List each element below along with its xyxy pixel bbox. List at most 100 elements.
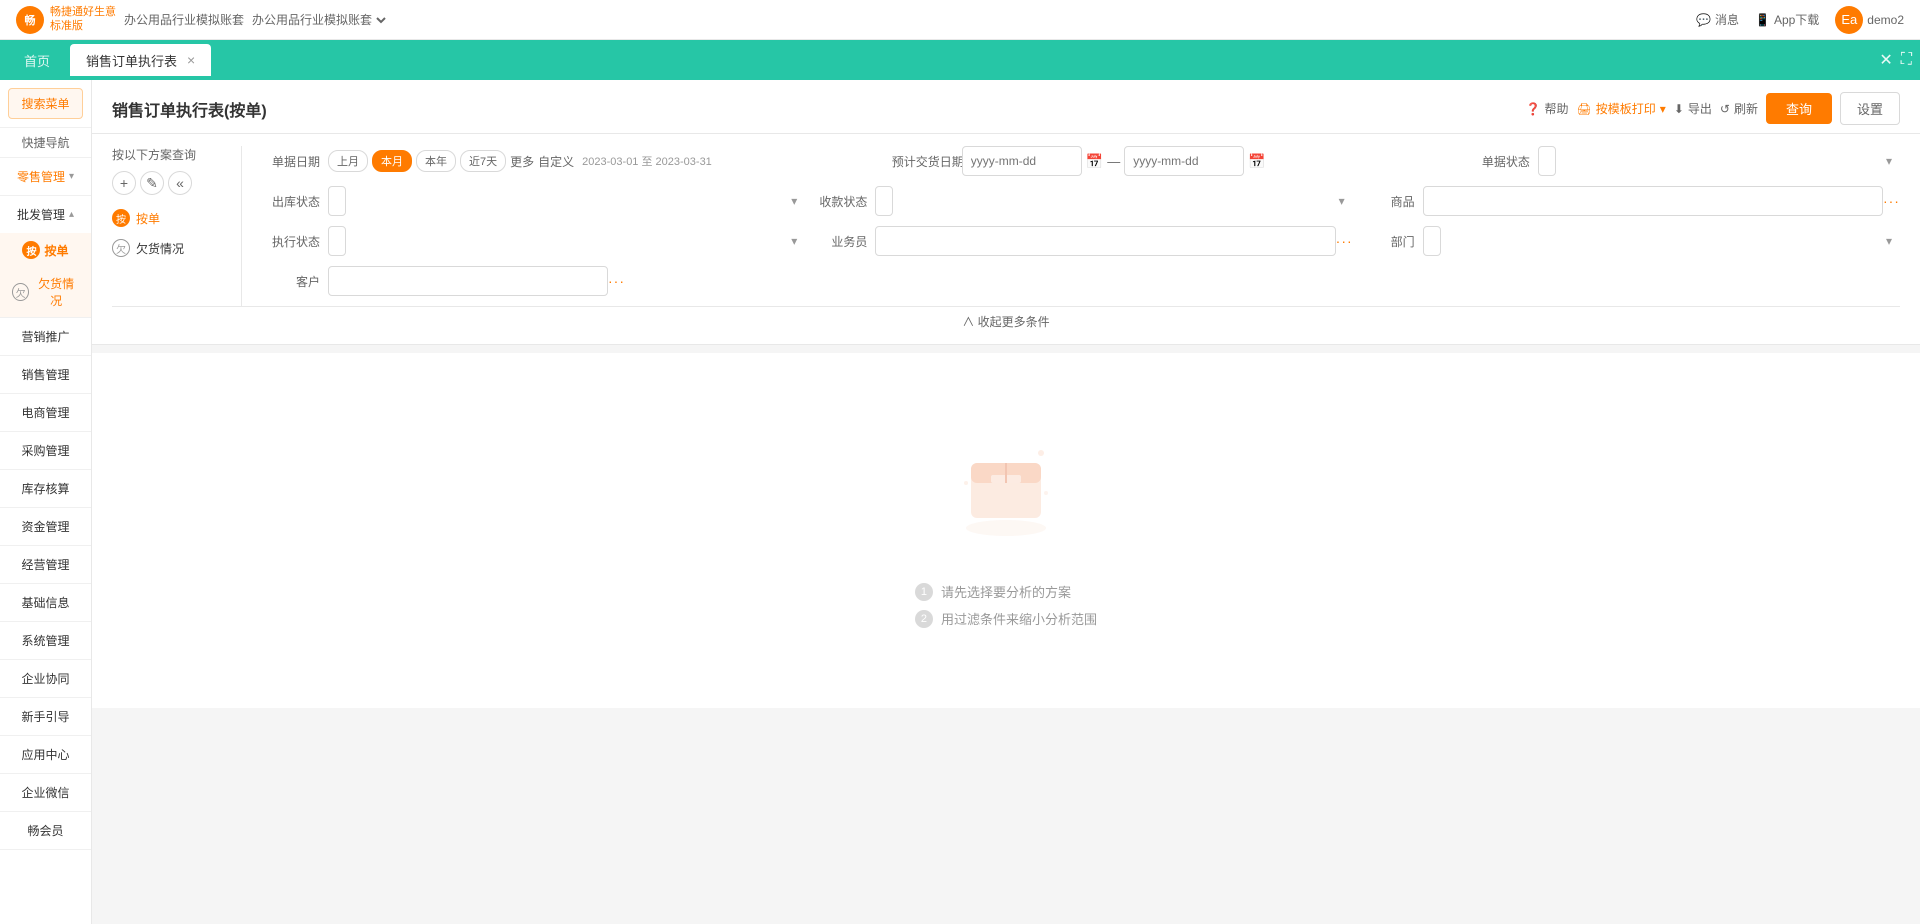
empty-tip-2: 2 用过滤条件来缩小分析范围 (915, 609, 1097, 628)
last7days-btn[interactable]: 近7天 (460, 150, 506, 172)
sidebar-sub-item-shortage[interactable]: 欠 欠货情况 (0, 267, 91, 317)
empty-state: 1 请先选择要分析的方案 2 用过滤条件来缩小分析范围 (92, 353, 1920, 708)
window-close-btn[interactable]: ✕ (1879, 50, 1892, 70)
calendar-end-icon[interactable]: 📅 (1248, 153, 1265, 170)
print-icon: 🖨 (1577, 102, 1592, 116)
add-scheme-btn[interactable]: + (112, 171, 136, 195)
salesman-more-btn[interactable]: ··· (1336, 233, 1353, 249)
sidebar-group-marketing: 营销推广 (0, 318, 91, 356)
salesman-label: 业务员 (805, 233, 875, 250)
exec-status-label: 执行状态 (258, 233, 328, 250)
sidebar-item-marketing[interactable]: 营销推广 (0, 318, 91, 355)
tip-num-2: 2 (915, 610, 933, 628)
app-download-btn[interactable]: 📱 App下载 (1755, 11, 1819, 28)
custom-date-btn[interactable]: 自定义 (538, 153, 574, 170)
sidebar-item-retail[interactable]: 零售管理 ▾ (0, 158, 91, 195)
export-btn[interactable]: ⬇ 导出 (1674, 100, 1712, 117)
logo: 畅 畅捷通好生意 标准版 (16, 6, 116, 34)
filter-field-salesman: 业务员 ··· (805, 226, 1352, 256)
sidebar-sub-item-by-order[interactable]: 按 按单 (0, 233, 91, 267)
sidebar-search-area: 搜索菜单 (0, 80, 91, 128)
refresh-btn[interactable]: ↺ 刷新 (1720, 100, 1758, 117)
calendar-start-icon[interactable]: 📅 (1086, 153, 1103, 170)
dept-select[interactable] (1423, 226, 1441, 256)
goods-input[interactable] (1423, 186, 1883, 216)
sidebar-group-wholesale: 批发管理 ▴ 按 按单 欠 欠货情况 (0, 196, 91, 318)
sidebar-item-member[interactable]: 畅会员 (0, 812, 91, 849)
sidebar-group-operation: 经营管理 (0, 546, 91, 584)
payment-status-select[interactable] (875, 186, 893, 216)
collapse-bar[interactable]: ∧ 收起更多条件 (112, 306, 1900, 336)
shipment-status-select[interactable] (328, 186, 346, 216)
sidebar-item-sales[interactable]: 销售管理 (0, 356, 91, 393)
sidebar-item-purchase[interactable]: 采购管理 (0, 432, 91, 469)
breadcrumb-select[interactable]: 办公用品行业模拟账套 (248, 12, 389, 28)
filter-field-doc-status: 单据状态 (1468, 146, 1900, 176)
expected-date-end[interactable] (1124, 146, 1244, 176)
filter-row-4: 客户 ··· (258, 266, 1900, 296)
message-btn[interactable]: 💬 消息 (1696, 11, 1739, 28)
sidebar-item-operation[interactable]: 经营管理 (0, 546, 91, 583)
scheme-item-shortage[interactable]: 欠 欠货情况 (112, 233, 229, 263)
goods-more-btn[interactable]: ··· (1883, 193, 1900, 209)
tab-sales-order[interactable]: 销售订单执行表 × (70, 44, 211, 76)
exec-status-select[interactable] (328, 226, 346, 256)
tab-close-btn[interactable]: × (187, 52, 195, 68)
filter-field-exec-status: 执行状态 (258, 226, 805, 256)
sidebar-item-wechat[interactable]: 企业微信 (0, 774, 91, 811)
sidebar-group-sales: 销售管理 (0, 356, 91, 394)
more-dates-btn[interactable]: 更多 (510, 153, 534, 170)
this-year-btn[interactable]: 本年 (416, 150, 456, 172)
sidebar-item-system[interactable]: 系统管理 (0, 622, 91, 659)
sidebar-group-wechat: 企业微信 (0, 774, 91, 812)
filter-field-dept: 部门 (1353, 226, 1900, 256)
sidebar-item-wholesale[interactable]: 批发管理 ▴ (0, 196, 91, 233)
sidebar-item-finance[interactable]: 资金管理 (0, 508, 91, 545)
last-month-btn[interactable]: 上月 (328, 150, 368, 172)
sidebar-group-system: 系统管理 (0, 622, 91, 660)
content-area: 销售订单执行表(按单) ❓ 帮助 🖨 按模板打印 ▾ ⬇ 导出 ↺ 刷新 (92, 80, 1920, 924)
sidebar-item-newuser[interactable]: 新手引导 (0, 698, 91, 735)
main-layout: 搜索菜单 快捷导航 零售管理 ▾ 批发管理 ▴ 按 按单 欠 (0, 80, 1920, 924)
filter-row-2: 出库状态 收款状态 (258, 186, 1900, 216)
export-icon: ⬇ (1674, 102, 1684, 116)
top-bar-left: 畅 畅捷通好生意 标准版 办公用品行业模拟账套 办公用品行业模拟账套 (16, 6, 389, 34)
sidebar-item-basic[interactable]: 基础信息 (0, 584, 91, 621)
print-btn[interactable]: 🖨 按模板打印 ▾ (1577, 100, 1666, 117)
scheme-item-by-order[interactable]: 按 按单 (112, 203, 229, 233)
print-dropdown-icon: ▾ (1660, 102, 1666, 116)
filter-sidebar: 按以下方案查询 + ✎ « 按 按单 欠 欠货情况 (112, 146, 242, 306)
customer-more-btn[interactable]: ··· (608, 273, 625, 289)
collapse-scheme-btn[interactable]: « (168, 171, 192, 195)
empty-tips: 1 请先选择要分析的方案 2 用过滤条件来缩小分析范围 (915, 582, 1097, 628)
page-actions: ❓ 帮助 🖨 按模板打印 ▾ ⬇ 导出 ↺ 刷新 查询 设置 (1526, 92, 1900, 125)
sidebar-group-ecommerce: 电商管理 (0, 394, 91, 432)
top-bar: 畅 畅捷通好生意 标准版 办公用品行业模拟账套 办公用品行业模拟账套 💬 消息 … (0, 0, 1920, 40)
setting-button[interactable]: 设置 (1840, 92, 1900, 125)
date-separator: — (1107, 154, 1120, 169)
tab-home[interactable]: 首页 (8, 44, 66, 76)
user-profile[interactable]: Ea demo2 (1835, 6, 1904, 34)
sidebar-item-inventory[interactable]: 库存核算 (0, 470, 91, 507)
empty-tip-1: 1 请先选择要分析的方案 (915, 582, 1097, 601)
sidebar-item-appcenter[interactable]: 应用中心 (0, 736, 91, 773)
window-maximize-btn[interactable]: ⛶ (1901, 51, 1912, 69)
salesman-input[interactable] (875, 226, 1335, 256)
doc-status-select[interactable] (1538, 146, 1556, 176)
help-btn[interactable]: ❓ 帮助 (1526, 100, 1569, 117)
filter-field-shipment: 出库状态 (258, 186, 805, 216)
tab-bar-actions: ✕ ⛶ (1879, 50, 1912, 70)
this-month-btn[interactable]: 本月 (372, 150, 412, 172)
customer-input[interactable] (328, 266, 608, 296)
sidebar-item-enterprise[interactable]: 企业协同 (0, 660, 91, 697)
query-button[interactable]: 查询 (1766, 93, 1832, 124)
expected-date-start[interactable] (962, 146, 1082, 176)
logo-text: 畅捷通好生意 标准版 (50, 6, 116, 32)
top-bar-right: 💬 消息 📱 App下载 Ea demo2 (1696, 6, 1904, 34)
edit-scheme-btn[interactable]: ✎ (140, 171, 164, 195)
search-menu-btn[interactable]: 搜索菜单 (8, 88, 83, 119)
sidebar-group-appcenter: 应用中心 (0, 736, 91, 774)
sidebar-item-ecommerce[interactable]: 电商管理 (0, 394, 91, 431)
empty-illustration (946, 433, 1066, 562)
sidebar-quick-nav[interactable]: 快捷导航 (0, 128, 91, 158)
